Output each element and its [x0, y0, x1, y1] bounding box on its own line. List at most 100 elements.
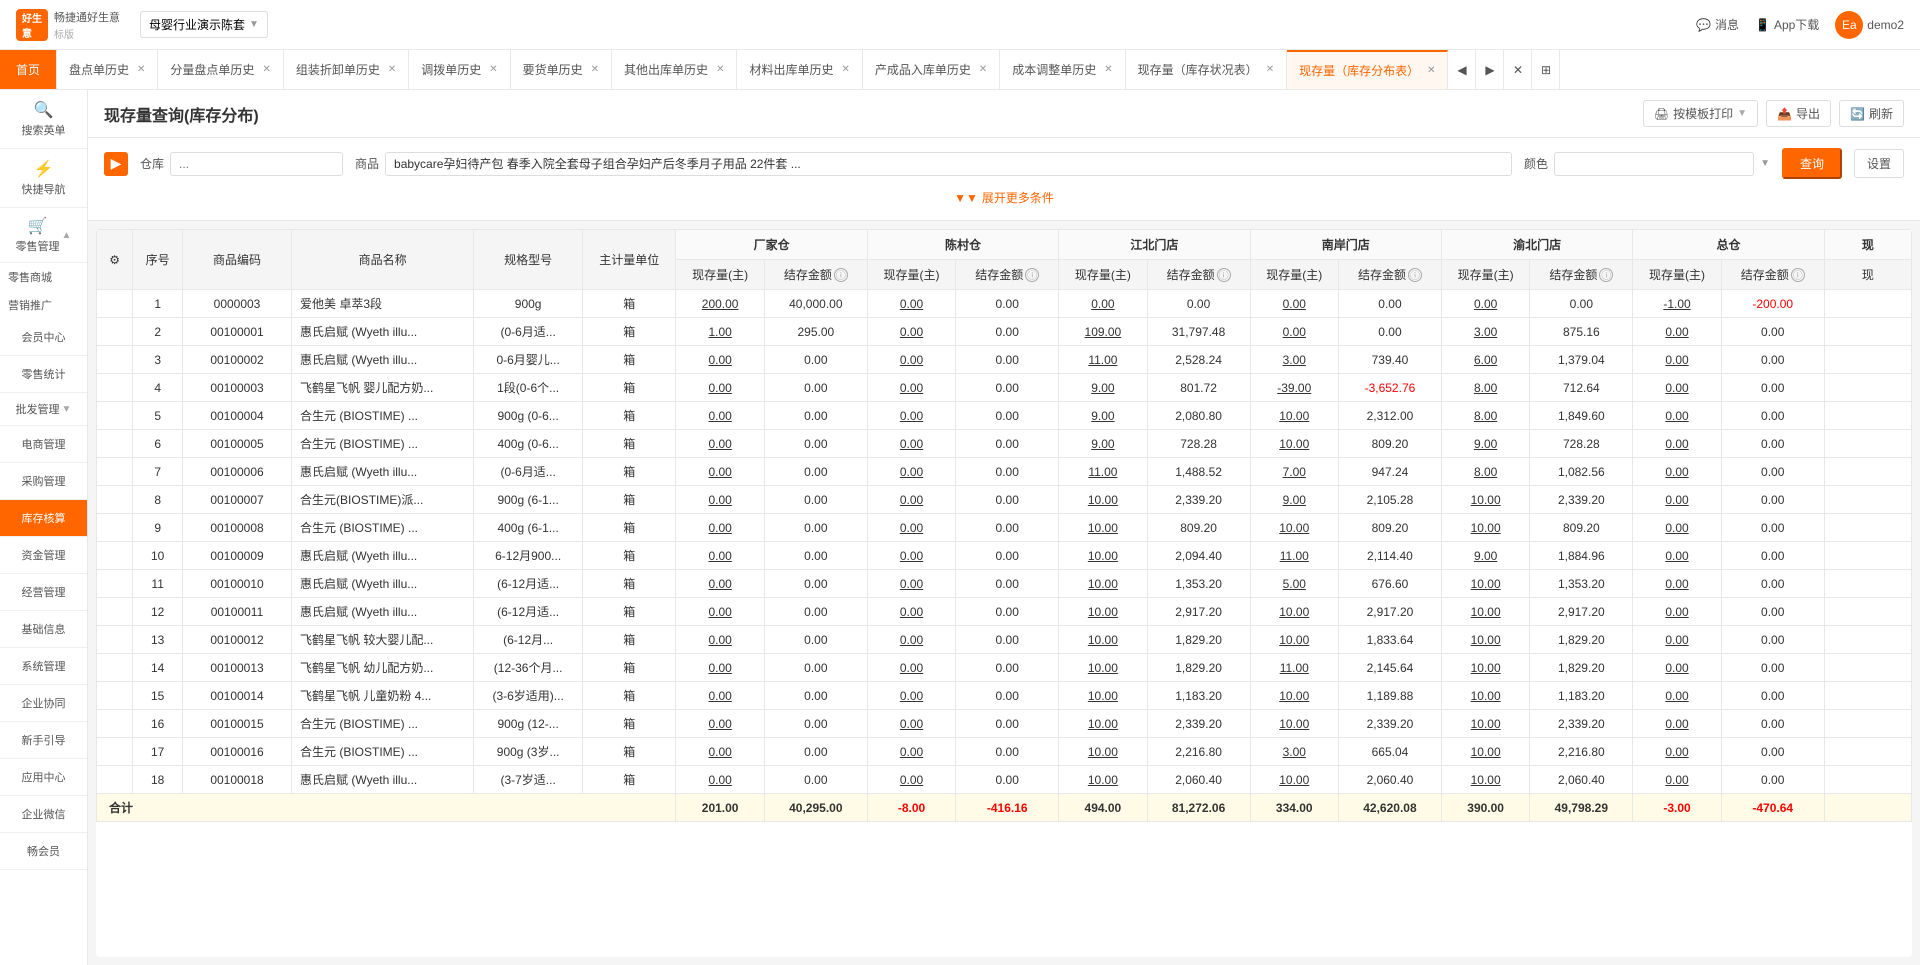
cell-link[interactable]: 0.00: [1665, 549, 1688, 563]
cell-link[interactable]: 0.00: [1091, 297, 1114, 311]
color-input[interactable]: [1554, 152, 1754, 176]
cell-link[interactable]: 10.00: [1088, 493, 1118, 507]
sidebar-item-basic-info[interactable]: 基础信息: [0, 611, 87, 648]
cell-link[interactable]: 0.00: [1665, 353, 1688, 367]
tab-close-icon[interactable]: ✕: [841, 64, 849, 75]
cell-link[interactable]: 0.00: [900, 409, 923, 423]
cell-link[interactable]: 0.00: [708, 633, 731, 647]
sidebar-item-finance[interactable]: 资金管理: [0, 537, 87, 574]
cell-link[interactable]: 0.00: [708, 437, 731, 451]
cell-link[interactable]: 10.00: [1088, 633, 1118, 647]
cell-link[interactable]: 3.00: [1474, 325, 1497, 339]
sidebar-item-retail-mgmt[interactable]: 🛒 零售管理 ▲: [0, 208, 87, 263]
total-amt-info-icon[interactable]: ⓘ: [1791, 268, 1805, 282]
tab-close-icon[interactable]: ✕: [1104, 64, 1112, 75]
cell-link[interactable]: 0.00: [1665, 409, 1688, 423]
tab-material-out[interactable]: 材料出库单历史 ✕: [737, 50, 862, 90]
tab-close-icon[interactable]: ✕: [591, 64, 599, 75]
sidebar-item-member2[interactable]: 畅会员: [0, 833, 87, 870]
cell-link[interactable]: 9.00: [1091, 381, 1114, 395]
cell-link[interactable]: 0.00: [708, 577, 731, 591]
tab-prev-btn[interactable]: ◀: [1448, 50, 1476, 90]
cell-link[interactable]: 10.00: [1088, 745, 1118, 759]
sidebar-item-stock[interactable]: 库存核算: [0, 500, 87, 537]
cell-link[interactable]: 0.00: [1665, 577, 1688, 591]
cell-link[interactable]: 10.00: [1088, 717, 1118, 731]
product-input[interactable]: [385, 152, 1512, 176]
tab-close-icon[interactable]: ✕: [979, 64, 987, 75]
cell-link[interactable]: 10.00: [1471, 605, 1501, 619]
cell-link[interactable]: 10.00: [1279, 409, 1309, 423]
tab-expand-btn[interactable]: ⊞: [1532, 50, 1560, 90]
cell-link[interactable]: 1.00: [708, 325, 731, 339]
sidebar-item-ecommerce[interactable]: 电商管理: [0, 426, 87, 463]
cell-link[interactable]: 10.00: [1471, 745, 1501, 759]
sidebar-item-operations[interactable]: 经营管理: [0, 574, 87, 611]
cell-link[interactable]: 0.00: [1665, 325, 1688, 339]
cell-link[interactable]: 7.00: [1283, 465, 1306, 479]
cell-link[interactable]: 0.00: [708, 465, 731, 479]
cell-link[interactable]: 10.00: [1088, 605, 1118, 619]
cell-link[interactable]: 0.00: [1665, 689, 1688, 703]
filter-toggle-btn[interactable]: ▶: [104, 152, 128, 176]
tab-close-icon[interactable]: ✕: [716, 64, 724, 75]
cell-link[interactable]: 11.00: [1088, 465, 1117, 479]
cell-link[interactable]: 0.00: [708, 353, 731, 367]
cell-link[interactable]: 0.00: [900, 297, 923, 311]
cell-link[interactable]: 0.00: [1283, 325, 1306, 339]
cell-link[interactable]: 0.00: [900, 521, 923, 535]
cell-link[interactable]: 109.00: [1085, 325, 1122, 339]
cell-link[interactable]: 0.00: [1665, 437, 1688, 451]
export-btn[interactable]: 📤 导出: [1766, 100, 1831, 127]
cell-link[interactable]: 10.00: [1279, 773, 1309, 787]
cell-link[interactable]: 0.00: [900, 437, 923, 451]
tab-next-btn[interactable]: ▶: [1476, 50, 1504, 90]
cell-link[interactable]: 0.00: [1665, 633, 1688, 647]
cell-link[interactable]: 9.00: [1474, 549, 1497, 563]
cell-link[interactable]: 0.00: [1665, 717, 1688, 731]
cell-link[interactable]: 0.00: [708, 745, 731, 759]
cell-link[interactable]: 0.00: [900, 717, 923, 731]
yuanbei-amt-info-icon[interactable]: ⓘ: [1599, 268, 1613, 282]
user-area[interactable]: Ea demo2: [1835, 11, 1904, 39]
tab-current-stock[interactable]: 现存量（库存状况表） ✕: [1126, 50, 1287, 90]
cell-link[interactable]: 10.00: [1279, 717, 1309, 731]
cell-link[interactable]: 0.00: [900, 381, 923, 395]
cell-link[interactable]: 10.00: [1471, 521, 1501, 535]
industry-dropdown[interactable]: 母婴行业演示陈套 ▼: [140, 11, 268, 38]
cell-link[interactable]: 0.00: [708, 493, 731, 507]
tab-inventory-count[interactable]: 盘点单历史 ✕: [57, 50, 158, 90]
cell-link[interactable]: 3.00: [1283, 353, 1306, 367]
cell-link[interactable]: 10.00: [1471, 633, 1501, 647]
cell-link[interactable]: 0.00: [1665, 745, 1688, 759]
sidebar-item-app-center[interactable]: 应用中心: [0, 759, 87, 796]
cell-link[interactable]: 0.00: [900, 605, 923, 619]
settings-btn[interactable]: 设置: [1854, 149, 1904, 178]
tab-transfer[interactable]: 调拨单历史 ✕: [409, 50, 510, 90]
sidebar-item-system[interactable]: 系统管理: [0, 648, 87, 685]
cell-link[interactable]: 0.00: [1665, 773, 1688, 787]
cell-link[interactable]: 0.00: [900, 773, 923, 787]
cell-link[interactable]: 0.00: [900, 353, 923, 367]
cell-link[interactable]: 9.00: [1091, 437, 1114, 451]
cell-link[interactable]: 11.00: [1280, 549, 1309, 563]
cell-link[interactable]: 6.00: [1474, 353, 1497, 367]
sidebar-item-retail-store[interactable]: 零售商城: [0, 263, 87, 291]
sidebar-item-nav[interactable]: ⚡ 快捷导航: [0, 149, 87, 208]
cell-link[interactable]: 0.00: [1665, 493, 1688, 507]
tab-home[interactable]: 首页: [0, 50, 57, 90]
cell-link[interactable]: 10.00: [1279, 521, 1309, 535]
batch-print-btn[interactable]: 🖨 按模板打印 ▼: [1643, 100, 1758, 127]
cell-link[interactable]: 0.00: [1665, 661, 1688, 675]
tab-purchase-order[interactable]: 要货单历史 ✕: [511, 50, 612, 90]
cell-link[interactable]: 10.00: [1471, 773, 1501, 787]
cell-link[interactable]: 0.00: [708, 381, 731, 395]
tab-close-icon[interactable]: ✕: [262, 64, 270, 75]
cell-link[interactable]: 8.00: [1474, 465, 1497, 479]
cell-link[interactable]: 10.00: [1088, 689, 1118, 703]
cell-link[interactable]: 0.00: [900, 577, 923, 591]
tab-close-icon[interactable]: ✕: [489, 64, 497, 75]
cell-link[interactable]: 10.00: [1471, 689, 1501, 703]
chenshi-amt-info-icon[interactable]: ⓘ: [1025, 268, 1039, 282]
cell-link[interactable]: 0.00: [900, 745, 923, 759]
